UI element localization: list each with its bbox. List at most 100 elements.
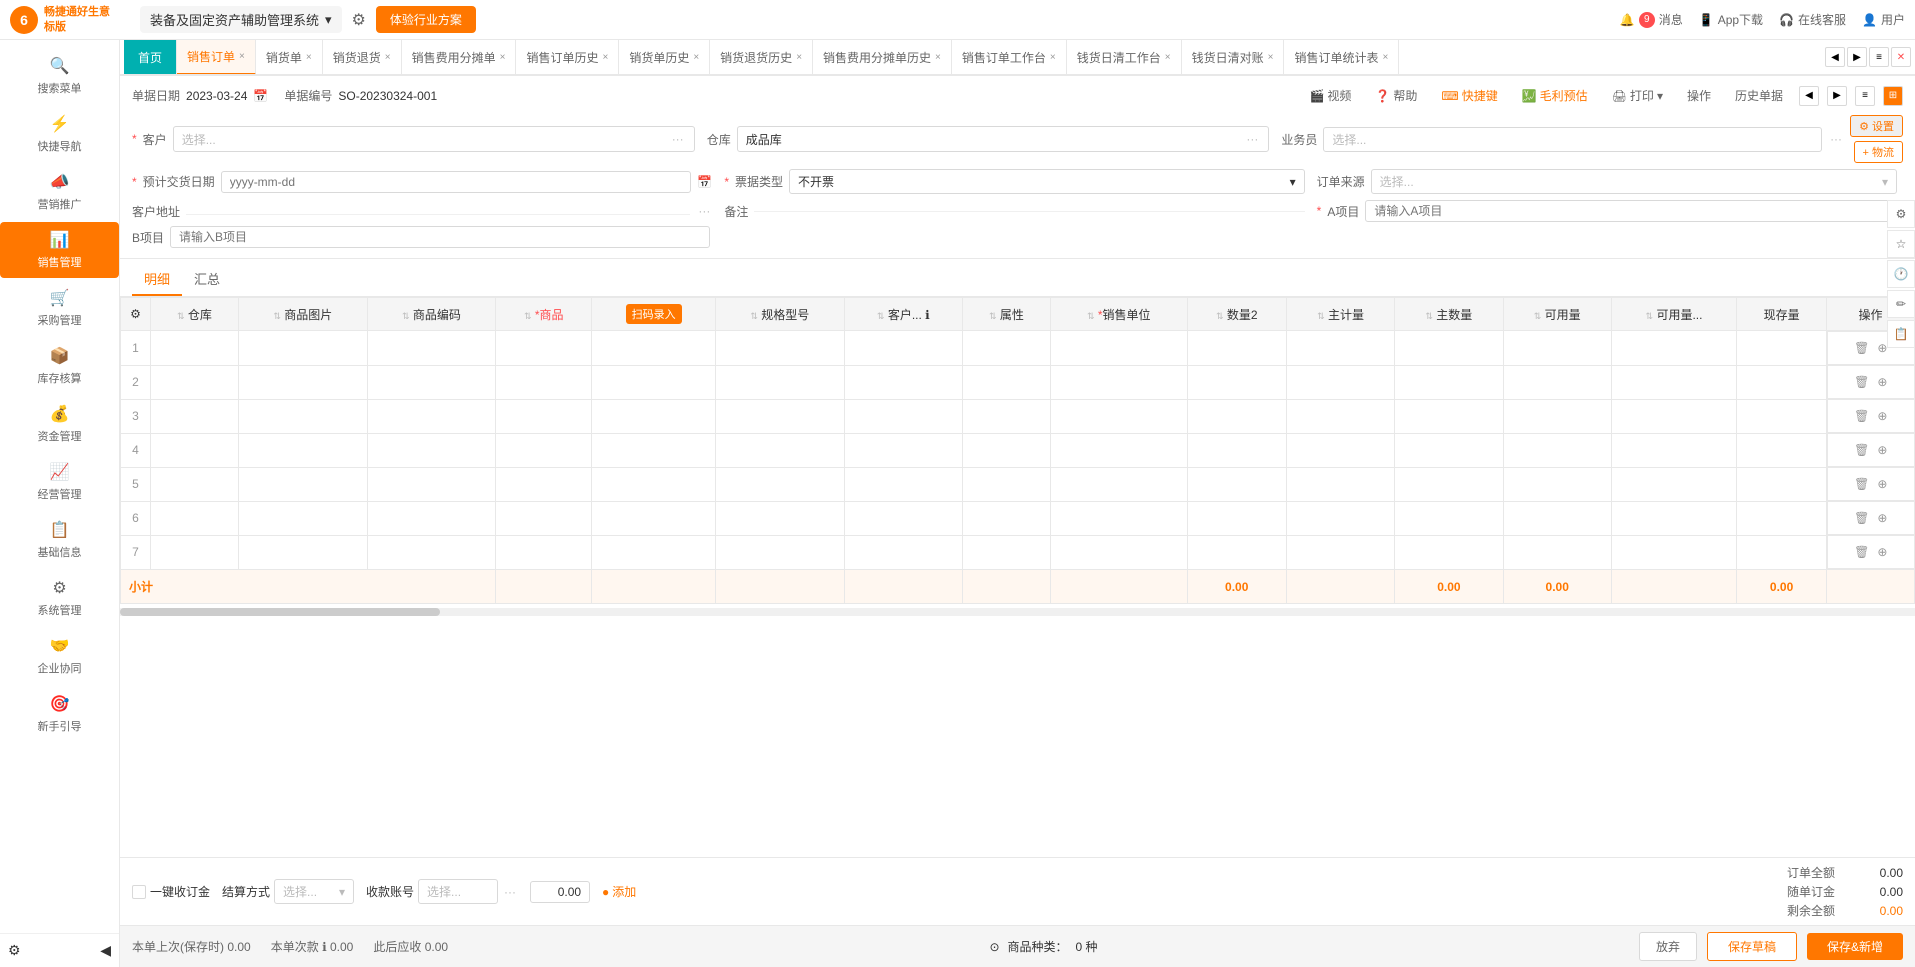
help-button[interactable]: ❓ 帮助 bbox=[1367, 84, 1425, 107]
tab-close-sales-expense[interactable]: × bbox=[500, 52, 506, 63]
sidebar-item-finance[interactable]: 💰 资金管理 bbox=[0, 396, 119, 452]
next-record-button[interactable]: ▶ bbox=[1827, 86, 1847, 106]
addr-dots-icon[interactable]: ··· bbox=[696, 202, 712, 220]
col-spec[interactable]: ⇅ 规格型号 bbox=[715, 298, 844, 331]
discard-button[interactable]: 放弃 bbox=[1639, 932, 1697, 961]
grid-view-button[interactable]: ⊞ bbox=[1883, 86, 1903, 106]
delete-row-7[interactable]: 🗑 bbox=[1852, 543, 1871, 561]
sidebar-item-operations[interactable]: 📈 经营管理 bbox=[0, 454, 119, 510]
sidebar-item-inventory[interactable]: 📦 库存核算 bbox=[0, 338, 119, 394]
scan-btn[interactable]: 扫码录入 bbox=[626, 304, 682, 324]
delete-row-1[interactable]: 🗑 bbox=[1852, 339, 1871, 357]
col-product[interactable]: ⇅ *商品 bbox=[496, 298, 592, 331]
tab-sales-order[interactable]: 销售订单 × bbox=[177, 40, 256, 75]
tab-expense-history[interactable]: 销售费用分摊单历史 × bbox=[813, 40, 952, 75]
settings-bottom-icon[interactable]: ⚙ bbox=[8, 942, 21, 959]
tab-close-return-history[interactable]: × bbox=[796, 52, 802, 63]
tab-sales-invoice[interactable]: 销货单 × bbox=[256, 40, 323, 75]
right-btn-4[interactable]: ✏ bbox=[1887, 290, 1915, 318]
add-material-button[interactable]: + 物流 bbox=[1854, 141, 1903, 163]
tab-close-order-report[interactable]: × bbox=[1382, 52, 1388, 63]
b-project-input[interactable] bbox=[170, 226, 710, 248]
tab-daily-reconcile[interactable]: 钱货日清对账 × bbox=[1182, 40, 1285, 75]
delete-row-4[interactable]: 🗑 bbox=[1852, 441, 1871, 459]
settings-button[interactable]: ⚙ 设置 bbox=[1850, 115, 1903, 137]
copy-row-2[interactable]: ⊕ bbox=[1875, 373, 1889, 391]
col-main-qty[interactable]: ⇅ 主数量 bbox=[1395, 298, 1503, 331]
warehouse-select[interactable]: 成品库 ··· bbox=[737, 126, 1270, 152]
col-main-unit[interactable]: ⇅ 主计量 bbox=[1286, 298, 1394, 331]
sidebar-item-marketing[interactable]: 📣 营销推广 bbox=[0, 164, 119, 220]
col-available[interactable]: ⇅ 可用量 bbox=[1503, 298, 1611, 331]
tab-return-history[interactable]: 销货退货历史 × bbox=[710, 40, 813, 75]
tab-close-order-history[interactable]: × bbox=[602, 52, 608, 63]
system-title[interactable]: 装备及固定资产辅助管理系统 ▾ bbox=[140, 6, 342, 33]
right-btn-5[interactable]: 📋 bbox=[1887, 320, 1915, 348]
calendar-delivery-icon[interactable]: 📅 bbox=[697, 175, 712, 189]
col-image[interactable]: ⇅ 商品图片 bbox=[238, 298, 367, 331]
delivery-date-input[interactable] bbox=[221, 171, 692, 193]
scroll-thumb[interactable] bbox=[120, 608, 440, 616]
salesperson-select[interactable]: 选择... bbox=[1323, 127, 1822, 152]
copy-row-5[interactable]: ⊕ bbox=[1875, 475, 1889, 493]
col-customer-code[interactable]: ⇅ 客户... ℹ bbox=[844, 298, 962, 331]
sidebar-item-search[interactable]: 🔍 搜索菜单 bbox=[0, 48, 119, 104]
tab-close-sales-return[interactable]: × bbox=[385, 52, 391, 63]
receipt-account-select[interactable]: 选择... bbox=[418, 879, 498, 904]
gear-icon[interactable]: ⚙ bbox=[352, 10, 366, 30]
copy-row-4[interactable]: ⊕ bbox=[1875, 441, 1889, 459]
operation-button[interactable]: 操作 bbox=[1679, 84, 1719, 107]
tab-order-report[interactable]: 销售订单统计表 × bbox=[1284, 40, 1399, 75]
tab-daily-workbench[interactable]: 钱货日清工作台 × bbox=[1067, 40, 1182, 75]
save-new-button[interactable]: 保存&新增 bbox=[1807, 933, 1903, 960]
tab-sales-expense[interactable]: 销售费用分摊单 × bbox=[402, 40, 517, 75]
sub-tab-detail[interactable]: 明细 bbox=[132, 265, 182, 296]
order-source-select[interactable]: 选择... ▾ bbox=[1371, 169, 1897, 194]
profit-button[interactable]: 💹 毛利预估 bbox=[1514, 84, 1596, 107]
tab-prev-button[interactable]: ◀ bbox=[1825, 47, 1845, 67]
settlement-select[interactable]: 选择... ▾ bbox=[274, 879, 354, 904]
save-draft-button[interactable]: 保存草稿 bbox=[1707, 932, 1797, 961]
tab-order-workbench[interactable]: 销售订单工作台 × bbox=[952, 40, 1067, 75]
copy-row-6[interactable]: ⊕ bbox=[1875, 509, 1889, 527]
notification-btn[interactable]: 🔔 9 消息 bbox=[1620, 11, 1683, 28]
col-current[interactable]: 现存量 bbox=[1737, 298, 1827, 331]
warehouse-dots-icon[interactable]: ··· bbox=[1244, 130, 1260, 148]
delete-row-2[interactable]: 🗑 bbox=[1852, 373, 1871, 391]
tab-next-button[interactable]: ▶ bbox=[1847, 47, 1867, 67]
tab-invoice-history[interactable]: 销货单历史 × bbox=[619, 40, 710, 75]
tab-close-daily-reconcile[interactable]: × bbox=[1268, 52, 1274, 63]
sidebar-item-quicknav[interactable]: ⚡ 快捷导航 bbox=[0, 106, 119, 162]
one-click-checkbox[interactable] bbox=[132, 885, 146, 899]
customer-dots-icon[interactable]: ··· bbox=[670, 130, 686, 148]
col-warehouse[interactable]: ⇅ 仓库 bbox=[151, 298, 239, 331]
delete-row-3[interactable]: 🗑 bbox=[1852, 407, 1871, 425]
copy-row-3[interactable]: ⊕ bbox=[1875, 407, 1889, 425]
collapse-sidebar-icon[interactable]: ◀ bbox=[100, 942, 111, 959]
col-qty2[interactable]: ⇅ 数量2 bbox=[1187, 298, 1286, 331]
prev-record-button[interactable]: ◀ bbox=[1799, 86, 1819, 106]
sidebar-item-basic-info[interactable]: 📋 基础信息 bbox=[0, 512, 119, 568]
col-available2[interactable]: ⇅ 可用量... bbox=[1611, 298, 1736, 331]
tab-close-sales-invoice[interactable]: × bbox=[306, 52, 312, 63]
online-service-btn[interactable]: 🎧 在线客服 bbox=[1779, 11, 1846, 28]
sidebar-item-system[interactable]: ⚙ 系统管理 bbox=[0, 570, 119, 626]
sidebar-item-purchase[interactable]: 🛒 采购管理 bbox=[0, 280, 119, 336]
tab-order-history[interactable]: 销售订单历史 × bbox=[516, 40, 619, 75]
delete-row-6[interactable]: 🗑 bbox=[1852, 509, 1871, 527]
col-settings[interactable]: ⚙ bbox=[121, 298, 151, 331]
right-btn-2[interactable]: ☆ bbox=[1887, 230, 1915, 258]
tab-sales-return[interactable]: 销货退货 × bbox=[323, 40, 402, 75]
calendar-icon[interactable]: 📅 bbox=[253, 89, 268, 103]
tab-home[interactable]: 首页 bbox=[124, 40, 177, 75]
receipt-dots-icon[interactable]: ··· bbox=[502, 883, 518, 901]
add-button[interactable]: ● 添加 bbox=[602, 883, 636, 900]
solution-button[interactable]: 体验行业方案 bbox=[376, 6, 476, 33]
salesperson-dots-icon[interactable]: ··· bbox=[1828, 130, 1844, 148]
customer-select[interactable]: 选择... ··· bbox=[173, 126, 695, 152]
a-project-input[interactable] bbox=[1365, 200, 1897, 222]
right-btn-1[interactable]: ⚙ bbox=[1887, 200, 1915, 228]
col-unit[interactable]: ⇅ *销售单位 bbox=[1050, 298, 1187, 331]
view-video-button[interactable]: 🎬 视频 bbox=[1301, 84, 1359, 107]
print-button[interactable]: 🖨 打印 ▾ bbox=[1604, 84, 1671, 107]
